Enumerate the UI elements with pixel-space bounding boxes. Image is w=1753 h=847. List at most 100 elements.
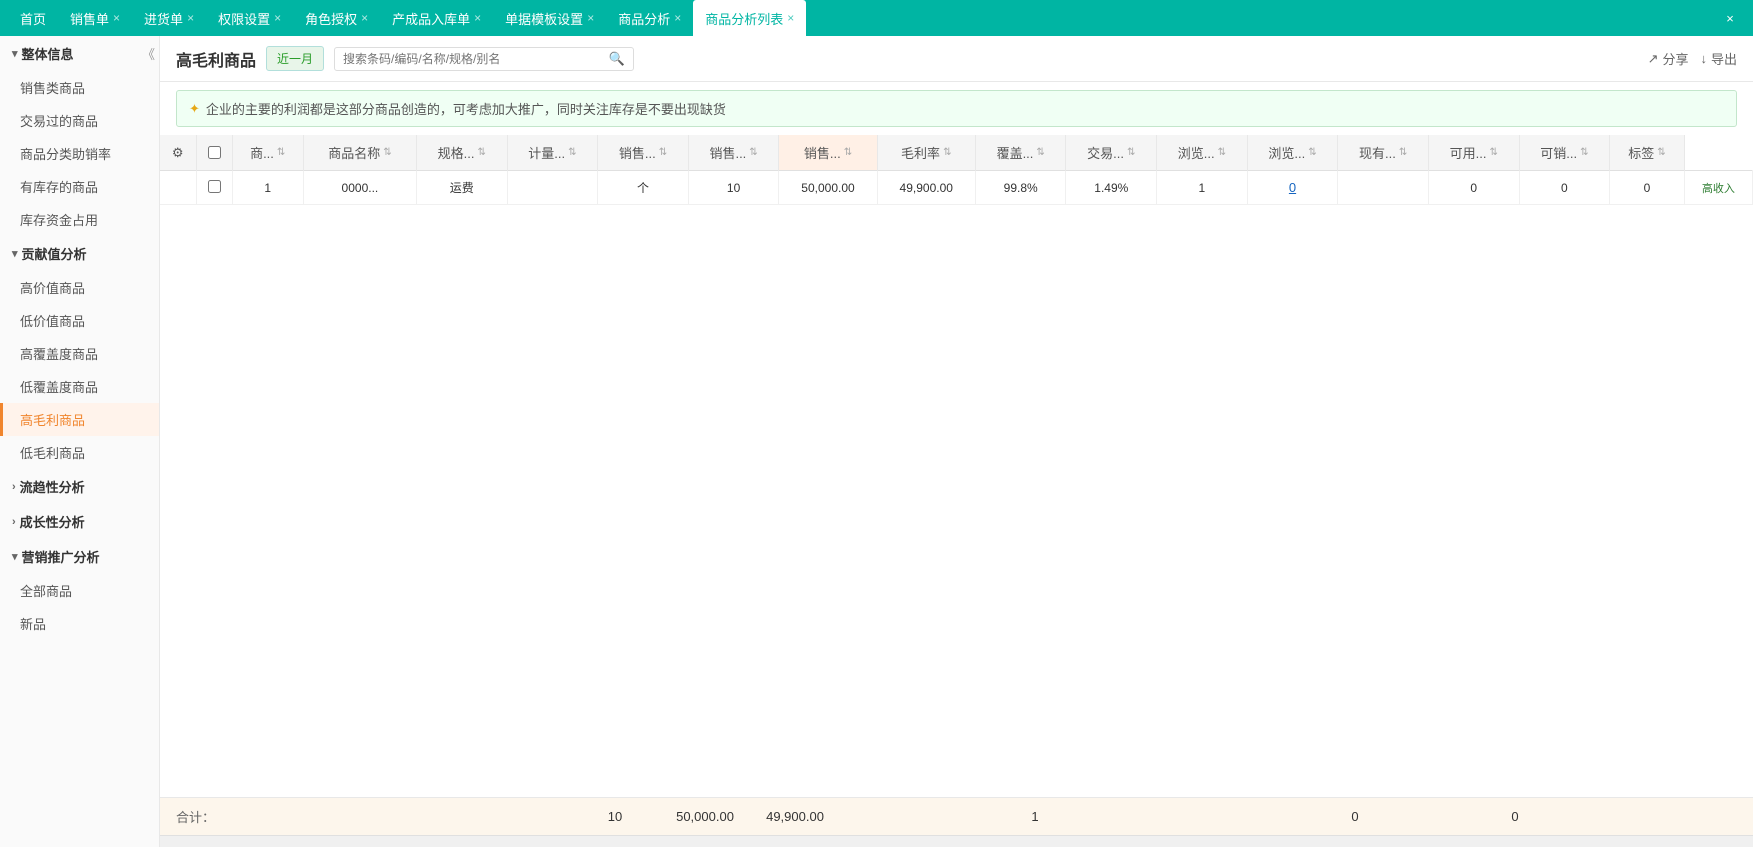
- sort-icon-9: ⇅: [1036, 147, 1044, 158]
- content-header: 高毛利商品 近一月 🔍 ↗ 分享 ↓ 导出: [160, 36, 1753, 82]
- nav-analysis-list[interactable]: 商品分析列表 ×: [693, 0, 806, 36]
- nav-close-sales[interactable]: ×: [113, 11, 120, 25]
- sidebar-item-sales-goods[interactable]: 销售类商品: [0, 71, 159, 104]
- sidebar-item-in-stock[interactable]: 有库存的商品: [0, 170, 159, 203]
- nav-home[interactable]: 首页: [8, 0, 58, 36]
- th-settings[interactable]: ⚙: [160, 135, 196, 171]
- nav-close-purchase[interactable]: ×: [187, 11, 194, 25]
- sidebar-group-trend[interactable]: › 流趋性分析: [0, 469, 159, 504]
- export-button[interactable]: ↓ 导出: [1700, 49, 1737, 68]
- cell-code: 0000...: [303, 171, 416, 205]
- th-sale-profit[interactable]: 销售...⇅: [779, 135, 877, 171]
- cell-sale-profit: 49,900.00: [877, 171, 975, 205]
- cell-view2: [1338, 171, 1429, 205]
- th-view2[interactable]: 浏览...⇅: [1247, 135, 1338, 171]
- info-icon: ✦: [189, 101, 200, 117]
- th-unit[interactable]: 计量...⇅: [507, 135, 598, 171]
- window-close-button[interactable]: ×: [1715, 3, 1745, 33]
- sidebar-item-all-goods[interactable]: 全部商品: [0, 574, 159, 607]
- cell-stock1: 0: [1428, 171, 1519, 205]
- sort-icon-16: ⇅: [1657, 147, 1665, 158]
- sidebar-item-low-margin[interactable]: 低毛利商品: [0, 436, 159, 469]
- th-check[interactable]: [196, 135, 232, 171]
- footer-sale-profit: 49,900.00: [755, 809, 835, 824]
- th-sale-amount[interactable]: 销售...⇅: [688, 135, 779, 171]
- bottom-scrollbar[interactable]: [160, 835, 1753, 847]
- cell-view1[interactable]: 0: [1247, 171, 1338, 205]
- cell-seq: 1: [232, 171, 303, 205]
- th-trade[interactable]: 交易...⇅: [1066, 135, 1157, 171]
- sidebar-group-overall[interactable]: ▾ 整体信息: [0, 36, 159, 71]
- search-icon[interactable]: 🔍: [609, 51, 625, 67]
- sidebar-item-high-value[interactable]: 高价值商品: [0, 271, 159, 304]
- nav-close-products-in[interactable]: ×: [474, 11, 481, 25]
- nav-close-analysis[interactable]: ×: [674, 11, 681, 25]
- share-button[interactable]: ↗ 分享: [1648, 49, 1689, 68]
- main-layout: 《 ▾ 整体信息 销售类商品 交易过的商品 商品分类助销率 有库存的商品 库存资…: [0, 36, 1753, 847]
- nav-close-roles[interactable]: ×: [361, 11, 368, 25]
- sidebar-item-category-rate[interactable]: 商品分类助销率: [0, 137, 159, 170]
- cell-unit: 个: [598, 171, 689, 205]
- nav-template[interactable]: 单据模板设置 ×: [493, 0, 606, 36]
- footer-stock2: 0: [1475, 809, 1555, 824]
- sidebar-collapse-button[interactable]: 《: [142, 44, 155, 63]
- sort-icon-7: ⇅: [844, 147, 852, 158]
- search-input[interactable]: [343, 52, 609, 66]
- sort-icon-14: ⇅: [1489, 147, 1497, 158]
- footer-label: 合计：: [176, 807, 215, 826]
- sidebar-group-growth[interactable]: › 成长性分析: [0, 504, 159, 539]
- nav-analysis[interactable]: 商品分析 ×: [606, 0, 693, 36]
- arrow-right-icon: ›: [12, 481, 16, 493]
- th-name[interactable]: 商品名称⇅: [303, 135, 416, 171]
- cell-sale-count: 10: [688, 171, 779, 205]
- nav-close-template[interactable]: ×: [587, 11, 594, 25]
- nav-products-in[interactable]: 产成品入库单 ×: [380, 0, 493, 36]
- cell-settings: [160, 171, 196, 205]
- table-footer: 合计： 10 50,000.00 49,900.00 1 0 0: [160, 797, 1753, 835]
- sort-icon-2: ⇅: [383, 147, 391, 158]
- filter-recent-month-button[interactable]: 近一月: [266, 46, 324, 71]
- th-margin[interactable]: 毛利率⇅: [877, 135, 975, 171]
- th-coverage[interactable]: 覆盖...⇅: [975, 135, 1066, 171]
- th-code[interactable]: 商...⇅: [232, 135, 303, 171]
- th-tag[interactable]: 标签⇅: [1610, 135, 1685, 171]
- footer-values: 10 50,000.00 49,900.00 1 0 0: [235, 809, 1737, 824]
- sort-icon-4: ⇅: [568, 147, 576, 158]
- sort-icon-15: ⇅: [1580, 147, 1588, 158]
- sidebar-item-high-coverage[interactable]: 高覆盖度商品: [0, 337, 159, 370]
- data-table-container[interactable]: ⚙ 商...⇅ 商品名称⇅ 规格...⇅: [160, 135, 1753, 797]
- cell-sale-amount: 50,000.00: [779, 171, 877, 205]
- sort-icon-5: ⇅: [659, 147, 667, 158]
- footer-sale-amount: 50,000.00: [665, 809, 745, 824]
- th-stock3[interactable]: 可销...⇅: [1519, 135, 1610, 171]
- select-all-checkbox[interactable]: [208, 146, 221, 159]
- sidebar-group-marketing[interactable]: ▾ 营销推广分析: [0, 539, 159, 574]
- cell-stock3: 0: [1610, 171, 1685, 205]
- nav-roles[interactable]: 角色授权 ×: [293, 0, 380, 36]
- sidebar-item-low-value[interactable]: 低价值商品: [0, 304, 159, 337]
- th-spec[interactable]: 规格...⇅: [416, 135, 507, 171]
- nav-close-analysis-list[interactable]: ×: [787, 11, 794, 25]
- footer-trade: 1: [995, 809, 1075, 824]
- nav-permissions[interactable]: 权限设置 ×: [206, 0, 293, 36]
- th-view1[interactable]: 浏览...⇅: [1157, 135, 1248, 171]
- table-row: 1 0000... 运费 个 10 50,000.00 49,900.00 99…: [160, 171, 1753, 205]
- sidebar-group-contribution[interactable]: ▾ 贡献值分析: [0, 236, 159, 271]
- sidebar-item-low-coverage[interactable]: 低覆盖度商品: [0, 370, 159, 403]
- nav-close-permissions[interactable]: ×: [274, 11, 281, 25]
- sidebar: 《 ▾ 整体信息 销售类商品 交易过的商品 商品分类助销率 有库存的商品 库存资…: [0, 36, 160, 847]
- sidebar-item-high-margin[interactable]: 高毛利商品: [0, 403, 159, 436]
- data-table: ⚙ 商...⇅ 商品名称⇅ 规格...⇅: [160, 135, 1753, 205]
- sidebar-item-traded-goods[interactable]: 交易过的商品: [0, 104, 159, 137]
- cell-name: 运费: [416, 171, 507, 205]
- cell-check[interactable]: [196, 171, 232, 205]
- row-checkbox[interactable]: [208, 180, 221, 193]
- th-stock2[interactable]: 可用...⇅: [1428, 135, 1519, 171]
- nav-purchase[interactable]: 进货单 ×: [132, 0, 206, 36]
- sidebar-item-new-goods[interactable]: 新品: [0, 607, 159, 640]
- info-banner: ✦ 企业的主要的利润都是这部分商品创造的，可考虑加大推广，同时关注库存是不要出现…: [176, 90, 1737, 127]
- th-sale-count[interactable]: 销售...⇅: [598, 135, 689, 171]
- th-stock1[interactable]: 现有...⇅: [1338, 135, 1429, 171]
- sidebar-item-stock-capital[interactable]: 库存资金占用: [0, 203, 159, 236]
- nav-sales[interactable]: 销售单 ×: [58, 0, 132, 36]
